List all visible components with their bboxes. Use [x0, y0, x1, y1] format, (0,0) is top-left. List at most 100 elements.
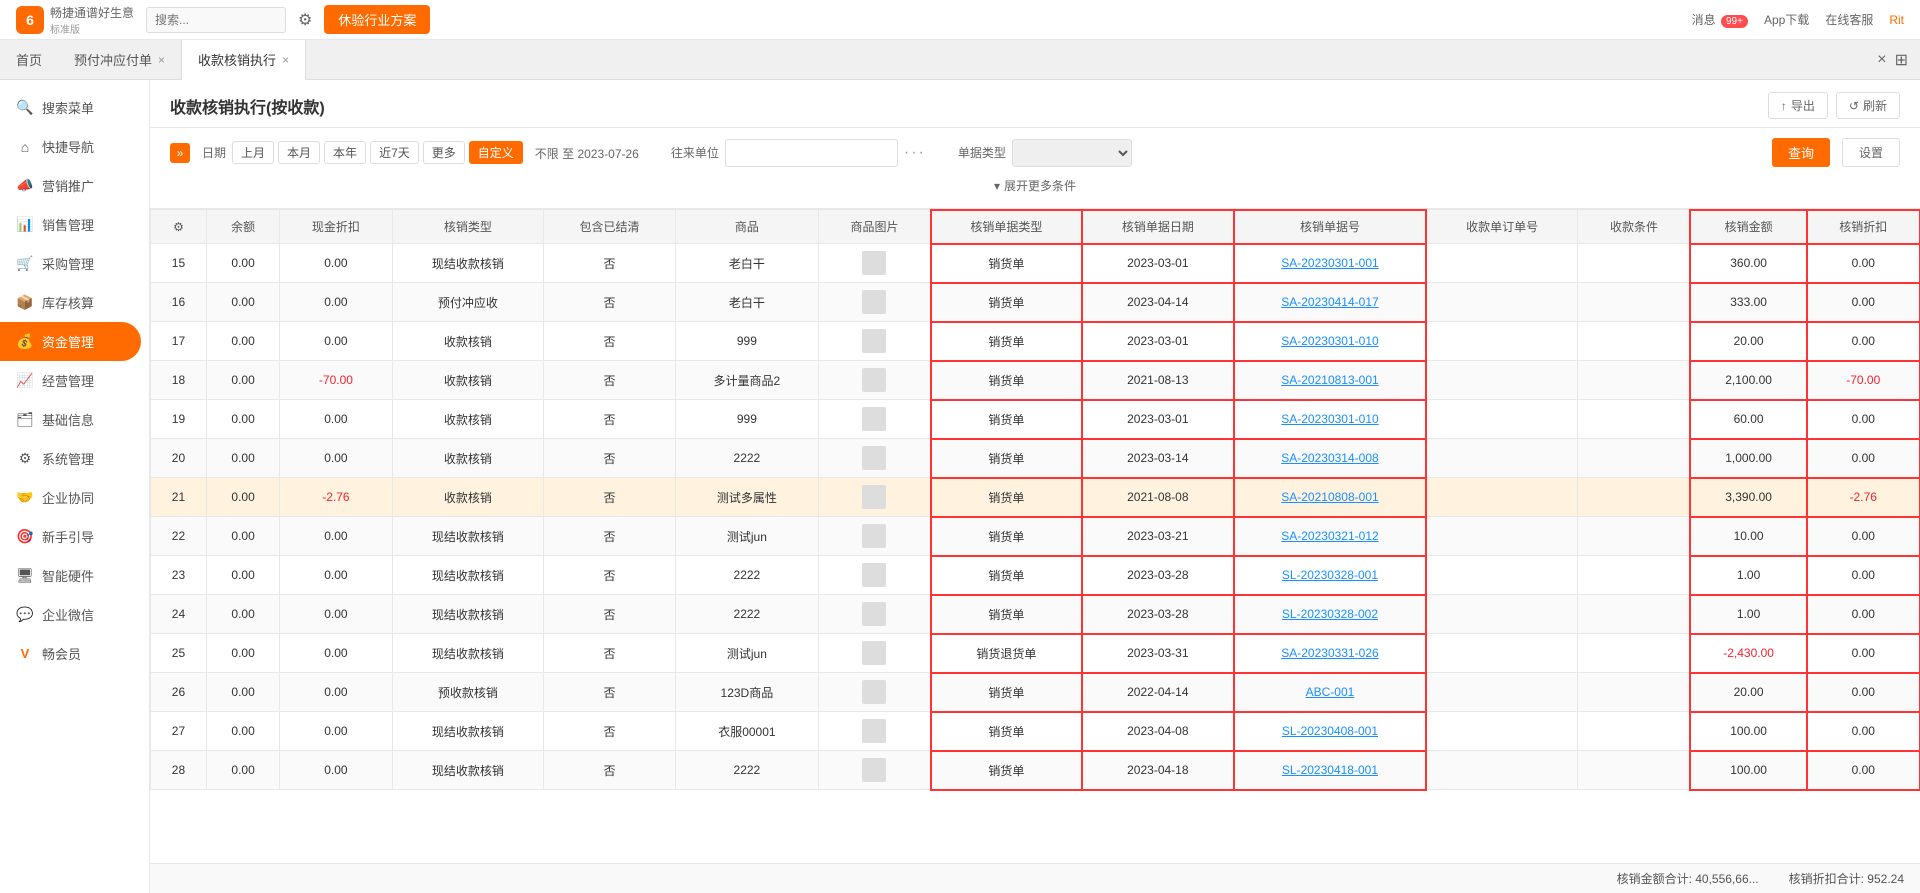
cell-bill-date: 2021-08-08	[1082, 478, 1233, 517]
sidebar-item-sales[interactable]: 📊 销售管理	[0, 205, 149, 244]
cell-order-no	[1426, 283, 1577, 322]
tab-home[interactable]: 首页	[0, 40, 58, 80]
cell-bill-no[interactable]: SA-20230301-010	[1234, 322, 1427, 361]
sidebar-item-purchase[interactable]: 🛒 采购管理	[0, 244, 149, 283]
cell-bill-no[interactable]: SA-20230414-017	[1234, 283, 1427, 322]
cell-goods-img	[818, 322, 930, 361]
cell-amount: 3,390.00	[1690, 478, 1807, 517]
sidebar-item-wechat[interactable]: 💬 企业微信	[0, 595, 149, 634]
expand-more-btn[interactable]: ▾ 展开更多条件	[170, 173, 1900, 198]
cell-bill-no[interactable]: SL-20230328-001	[1234, 556, 1427, 595]
cell-balance: 0.00	[206, 400, 279, 439]
cell-goods-img	[818, 595, 930, 634]
app-download-link[interactable]: App下载	[1764, 11, 1809, 28]
cell-cash-discount: 0.00	[280, 556, 392, 595]
cell-amount: 1.00	[1690, 595, 1807, 634]
cell-goods: 999	[675, 322, 818, 361]
cell-bill-no[interactable]: SA-20230321-012	[1234, 517, 1427, 556]
date-btn-this-month[interactable]: 本月	[278, 141, 320, 164]
cell-cash-discount: 0.00	[280, 517, 392, 556]
sidebar-item-finance[interactable]: 💰 资金管理	[0, 322, 141, 361]
partner-input[interactable]	[725, 139, 898, 167]
cell-bill-type: 销货单	[931, 751, 1082, 790]
partner-label: 往来单位	[671, 144, 719, 161]
cell-amount: 2,100.00	[1690, 361, 1807, 400]
expand-tab-btn[interactable]: ⊞	[1895, 50, 1908, 70]
cell-amount: 20.00	[1690, 322, 1807, 361]
cell-id: 26	[151, 673, 207, 712]
cell-bill-no[interactable]: SA-20210813-001	[1234, 361, 1427, 400]
col-header-settings[interactable]: ⚙	[151, 210, 207, 244]
tab-collection[interactable]: 收款核销执行 ×	[182, 40, 306, 80]
cell-bill-no[interactable]: SA-20230314-008	[1234, 439, 1427, 478]
online-service-link[interactable]: 在线客服	[1825, 11, 1873, 28]
sidebar-item-marketing[interactable]: 📣 营销推广	[0, 166, 149, 205]
refresh-button[interactable]: ↺ 刷新	[1836, 92, 1900, 119]
cell-bill-no[interactable]: ABC-001	[1234, 673, 1427, 712]
sidebar-item-guide[interactable]: 🎯 新手引导	[0, 517, 149, 556]
date-btn-last-month[interactable]: 上月	[232, 141, 274, 164]
cell-settled: 否	[544, 361, 676, 400]
date-btn-this-year[interactable]: 本年	[324, 141, 366, 164]
export-button[interactable]: ↑ 导出	[1768, 92, 1828, 119]
cell-id: 24	[151, 595, 207, 634]
col-header-amount: 核销金额	[1690, 210, 1807, 244]
page-area: 收款核销执行(按收款) ↑ 导出 ↺ 刷新 » 日期 上月	[150, 80, 1920, 893]
cell-bill-date: 2021-08-13	[1082, 361, 1233, 400]
refresh-icon: ↺	[1849, 99, 1859, 113]
cell-bill-type: 销货单	[931, 322, 1082, 361]
cell-settled: 否	[544, 400, 676, 439]
cell-bill-no[interactable]: SL-20230408-001	[1234, 712, 1427, 751]
cell-bill-no[interactable]: SA-20230331-026	[1234, 634, 1427, 673]
date-btn-custom[interactable]: 自定义	[469, 141, 523, 164]
cell-bill-no[interactable]: SA-20210808-001	[1234, 478, 1427, 517]
cell-bill-type: 销货单	[931, 439, 1082, 478]
cell-order-no	[1426, 751, 1577, 790]
sidebar-item-basicinfo[interactable]: 🗂 基础信息	[0, 400, 149, 439]
query-button[interactable]: 查询	[1772, 138, 1830, 167]
cell-discount: 0.00	[1807, 322, 1920, 361]
cell-bill-no[interactable]: SL-20230328-002	[1234, 595, 1427, 634]
partner-dots-button[interactable]: ···	[904, 144, 926, 162]
setting-button[interactable]: 设置	[1842, 138, 1900, 167]
cell-settled: 否	[544, 439, 676, 478]
date-btn-7days[interactable]: 近7天	[370, 141, 419, 164]
cell-balance: 0.00	[206, 322, 279, 361]
cell-bill-no[interactable]: SA-20230301-001	[1234, 244, 1427, 283]
cell-bill-type: 销货单	[931, 283, 1082, 322]
cell-goods: 老白干	[675, 283, 818, 322]
sidebar-item-system[interactable]: ⚙ 系统管理	[0, 439, 149, 478]
cell-cash-discount: -70.00	[280, 361, 392, 400]
cell-bill-type: 销货单	[931, 595, 1082, 634]
sidebar-item-collab[interactable]: 🤝 企业协同	[0, 478, 149, 517]
gear-button[interactable]: ⚙	[298, 10, 312, 30]
sidebar-item-operations[interactable]: 📈 经营管理	[0, 361, 149, 400]
cell-balance: 0.00	[206, 478, 279, 517]
close-tab-btn[interactable]: ×	[1877, 51, 1886, 69]
industry-solution-button[interactable]: 休验行业方案	[324, 5, 430, 34]
sidebar-item-hardware[interactable]: 🖥 智能硬件	[0, 556, 149, 595]
cell-balance: 0.00	[206, 244, 279, 283]
cell-cash-discount: 0.00	[280, 322, 392, 361]
cell-bill-no[interactable]: SL-20230418-001	[1234, 751, 1427, 790]
tab-collection-close[interactable]: ×	[282, 53, 289, 67]
search-input[interactable]	[146, 7, 286, 33]
tab-prepay[interactable]: 预付冲应付单 ×	[58, 40, 182, 80]
sidebar-item-quicknav[interactable]: ⌂ 快捷导航	[0, 127, 149, 166]
cell-settled: 否	[544, 751, 676, 790]
cell-id: 28	[151, 751, 207, 790]
export-icon: ↑	[1781, 99, 1787, 113]
date-btn-more[interactable]: 更多	[423, 141, 465, 164]
tab-prepay-close[interactable]: ×	[158, 53, 165, 67]
cell-cash-discount: 0.00	[280, 439, 392, 478]
sidebar-item-vip[interactable]: V 畅会员	[0, 634, 149, 673]
message-link[interactable]: 消息 99+	[1692, 11, 1748, 28]
cell-amount: 1.00	[1690, 556, 1807, 595]
billtype-select[interactable]	[1012, 139, 1132, 167]
cell-settled: 否	[544, 712, 676, 751]
top-bar-left: 6 畅捷通谱好生意 标准版 ⚙ 休验行业方案	[16, 4, 430, 36]
filter-toggle-arrow[interactable]: »	[170, 143, 190, 163]
sidebar-item-inventory[interactable]: 📦 库存核算	[0, 283, 149, 322]
sidebar-item-search[interactable]: 🔍 搜索菜单	[0, 88, 149, 127]
cell-bill-no[interactable]: SA-20230301-010	[1234, 400, 1427, 439]
